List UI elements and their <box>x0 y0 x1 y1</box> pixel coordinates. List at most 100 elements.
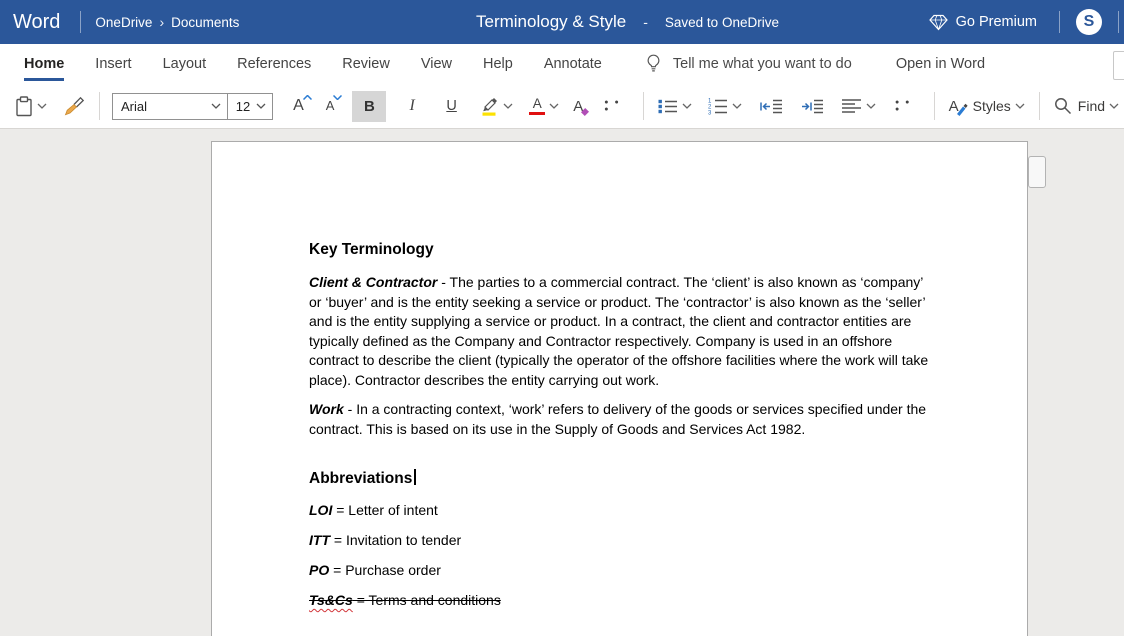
abbreviation-text: = Purchase order <box>329 562 441 578</box>
abbreviation-text: = Letter of intent <box>332 502 438 518</box>
document-page[interactable]: Key Terminology Client & Contractor - Th… <box>211 141 1028 636</box>
term-client-contractor: Client & Contractor <box>309 274 438 290</box>
abbreviation-text: = Invitation to tender <box>330 532 462 548</box>
open-in-word-button[interactable]: Open in Word <box>896 56 985 72</box>
ribbon-tabs-row: Home Insert Layout References Review Vie… <box>0 44 1124 84</box>
document-title-group: Terminology & Style - Saved to OneDrive <box>476 0 779 44</box>
toolbar-divider <box>642 92 644 120</box>
save-status[interactable]: Saved to OneDrive <box>665 15 779 30</box>
chevron-down-icon <box>1015 103 1025 109</box>
align-button[interactable] <box>837 90 881 122</box>
tab-layout[interactable]: Layout <box>163 44 207 84</box>
highlight-button[interactable] <box>475 90 518 122</box>
tab-review[interactable]: Review <box>342 44 390 84</box>
paragraph-text: - In a contracting context, ‘work’ refer… <box>309 401 927 437</box>
term-loi: LOI <box>309 502 333 518</box>
go-premium-label: Go Premium <box>955 14 1037 30</box>
italic-button[interactable]: I <box>396 90 427 122</box>
font-size-value: 12 <box>235 98 251 114</box>
tell-me-button[interactable]: Tell me what you want to do <box>646 54 852 74</box>
numbered-list-icon: 1 2 3 <box>708 97 728 115</box>
paragraph-overflow-button[interactable]: ● ● ● <box>889 99 925 113</box>
styles-label: Styles <box>972 98 1011 114</box>
clear-formatting-button[interactable]: A <box>568 90 590 122</box>
font-color-button[interactable]: A <box>524 90 564 122</box>
tab-annotate[interactable]: Annotate <box>544 44 602 84</box>
text-cursor <box>414 469 416 485</box>
tab-home[interactable]: Home <box>24 44 65 84</box>
styles-icon: A <box>949 98 968 116</box>
underline-button[interactable]: U <box>436 90 467 122</box>
find-button[interactable]: Find <box>1049 90 1124 122</box>
font-color-letter: A <box>532 95 542 111</box>
format-painter-button[interactable] <box>58 90 90 122</box>
chevron-down-icon <box>37 103 47 109</box>
paragraph-text: - The parties to a commercial contract. … <box>309 274 929 388</box>
paste-button[interactable] <box>10 90 52 122</box>
chevron-down-icon <box>732 103 742 109</box>
shrink-font-letter: A <box>325 98 335 113</box>
abbreviation-itt: ITT = Invitation to tender <box>309 531 939 551</box>
bullets-button[interactable] <box>653 90 697 122</box>
font-color-bar <box>529 111 546 116</box>
caret-down-icon <box>333 95 343 100</box>
styles-button[interactable]: A Styles <box>944 90 1030 122</box>
tab-help[interactable]: Help <box>483 44 513 84</box>
document-title[interactable]: Terminology & Style <box>476 12 626 32</box>
increase-indent-button[interactable] <box>796 90 829 122</box>
chevron-down-icon <box>682 103 692 109</box>
clear-formatting-icon: A <box>573 98 590 116</box>
breadcrumb-separator: › <box>159 14 165 30</box>
find-label: Find <box>1077 98 1106 114</box>
chevron-down-icon <box>549 103 559 109</box>
word-app-logo[interactable]: Word <box>0 11 80 34</box>
bulleted-list-icon <box>658 98 678 115</box>
document-canvas[interactable]: Key Terminology Client & Contractor - Th… <box>0 129 1124 636</box>
bold-letter: B <box>364 97 375 115</box>
tab-view[interactable]: View <box>421 44 452 84</box>
decrease-indent-icon <box>760 98 783 115</box>
chevron-down-icon <box>866 103 876 109</box>
skype-icon[interactable]: S <box>1076 9 1102 35</box>
tell-me-label: Tell me what you want to do <box>672 56 852 72</box>
abbreviation-text: = Terms and conditions <box>352 592 501 608</box>
toolbar-divider <box>1038 92 1040 120</box>
titlebar: Word OneDrive › Documents Terminology & … <box>0 0 1124 44</box>
go-premium-button[interactable]: Go Premium <box>928 14 1037 31</box>
comment-anchor-stub[interactable] <box>1028 156 1046 188</box>
heading-key-terminology: Key Terminology <box>309 241 434 258</box>
abbreviation-tscs: Ts&Cs = Terms and conditions <box>309 591 939 611</box>
collapsed-panel-stub[interactable] <box>1113 51 1124 80</box>
bold-button[interactable]: B <box>352 90 387 122</box>
heading-abbreviations-text: Abbreviations <box>309 470 413 487</box>
tab-insert[interactable]: Insert <box>95 44 131 84</box>
titlebar-divider <box>80 11 82 33</box>
font-name-select[interactable]: Arial <box>112 92 228 120</box>
term-po: PO <box>309 562 330 578</box>
paragraph-work: Work - In a contracting context, ‘work’ … <box>309 400 939 439</box>
numbering-button[interactable]: 1 2 3 <box>703 90 747 122</box>
align-icon <box>841 98 862 114</box>
clipboard-icon <box>15 95 33 117</box>
grow-font-button[interactable]: A <box>293 95 312 115</box>
font-name-value: Arial <box>121 98 148 114</box>
breadcrumb-folder[interactable]: Documents <box>171 15 239 30</box>
document-content[interactable]: Key Terminology Client & Contractor - Th… <box>212 142 1027 611</box>
titlebar-divider <box>1059 11 1060 33</box>
abbreviation-po: PO = Purchase order <box>309 561 939 581</box>
highlighter-icon <box>480 96 499 116</box>
term-itt: ITT <box>309 532 330 548</box>
paragraph-client-contractor: Client & Contractor - The parties to a c… <box>309 273 939 390</box>
titlebar-right-group: Go Premium S <box>928 0 1124 44</box>
font-color-icon: A <box>529 95 546 116</box>
breadcrumb-root[interactable]: OneDrive <box>95 15 152 30</box>
tab-references[interactable]: References <box>237 44 311 84</box>
chevron-down-icon <box>503 103 513 109</box>
shrink-font-button[interactable]: A <box>325 95 343 115</box>
decrease-indent-button[interactable] <box>755 90 788 122</box>
skype-letter: S <box>1083 13 1095 30</box>
heading-abbreviations: Abbreviations <box>309 469 939 488</box>
titlebar-divider <box>1118 11 1119 33</box>
font-overflow-button[interactable]: ● ● ● <box>598 99 634 113</box>
font-size-select[interactable]: 12 <box>226 92 274 120</box>
